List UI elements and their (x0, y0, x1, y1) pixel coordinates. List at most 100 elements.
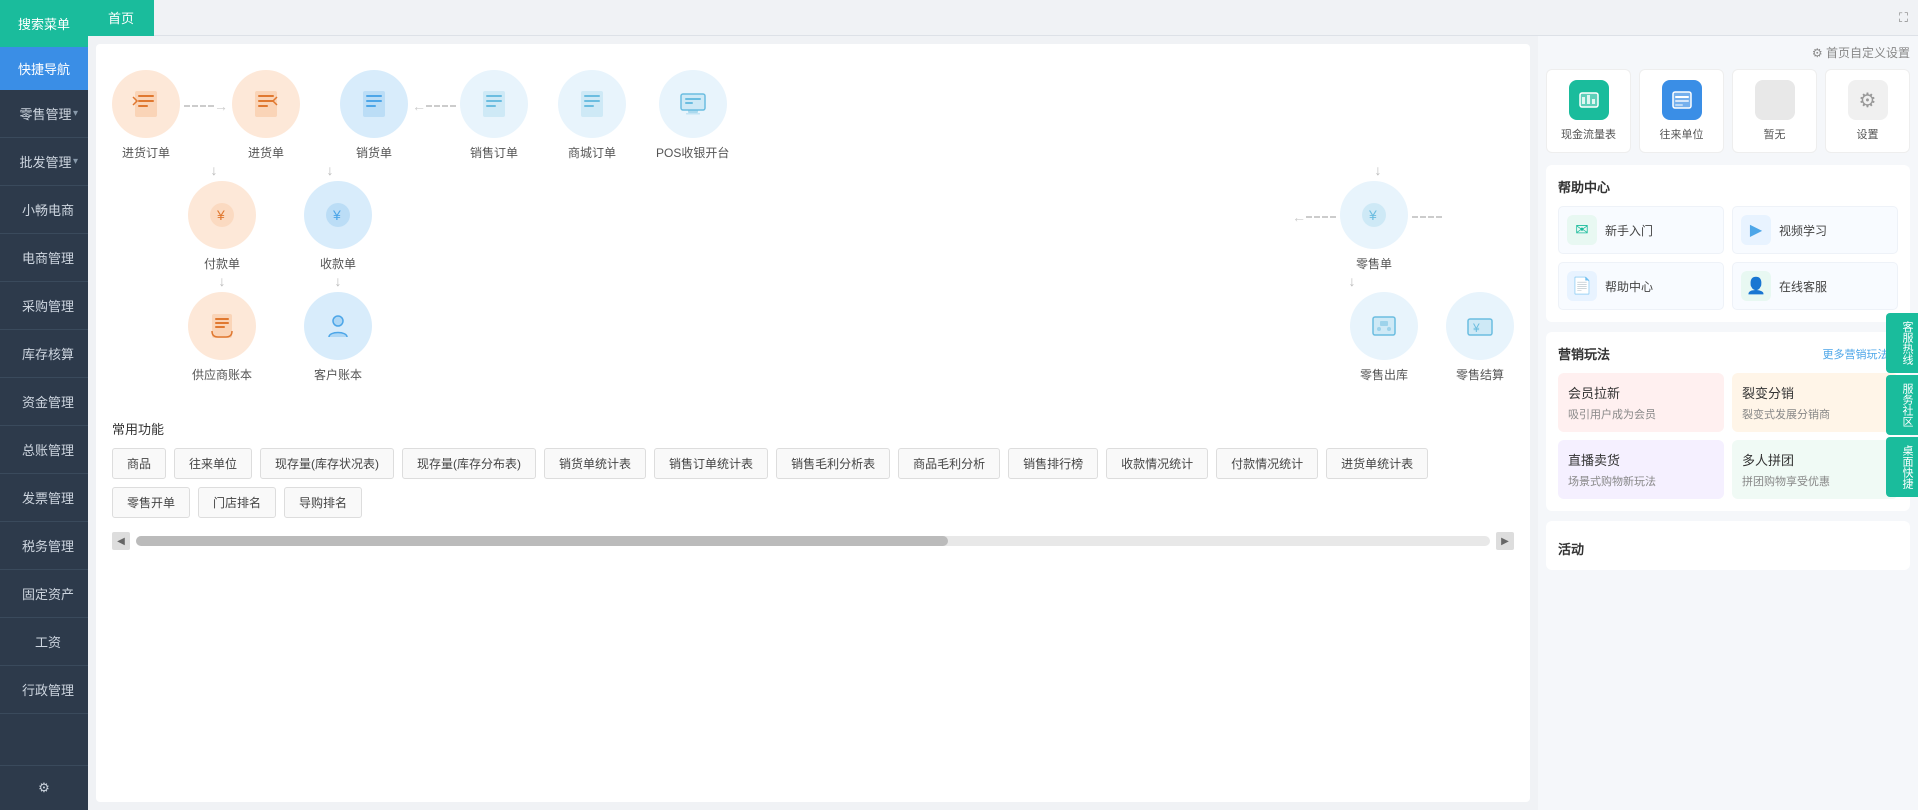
customer-account-icon[interactable] (304, 292, 372, 360)
quick-nav-button[interactable]: 快捷导航 (0, 47, 88, 90)
common-btn-store-rank[interactable]: 门店排名 (198, 487, 276, 518)
sidebar-item-finance[interactable]: 资金管理 (0, 378, 88, 426)
main-area: 首页 ⛶ (88, 0, 1918, 810)
sidebar-item-ecommerce-small[interactable]: 小畅电商 (0, 186, 88, 234)
common-btn-product-margin[interactable]: 商品毛利分析 (898, 448, 1000, 479)
shortcut-none[interactable]: 暂无 (1732, 69, 1817, 153)
sidebar-item-ledger[interactable]: 总账管理 (0, 426, 88, 474)
marketing-live-title: 直播卖货 (1568, 450, 1714, 469)
help-center-card: 帮助中心 ✉ 新手入门 ▶ 视频学习 📄 帮助中心 👤 (1546, 165, 1910, 322)
flow-node-sale-order: 销售订单 (460, 70, 528, 161)
common-btn-purchase-stat[interactable]: 进货单统计表 (1326, 448, 1428, 479)
scrollbar: ◀ ▶ (112, 532, 1514, 550)
sidebar-item-invoice[interactable]: 发票管理 (0, 474, 88, 522)
sidebar-item-purchase[interactable]: 采购管理 (0, 282, 88, 330)
sidebar-item-tax[interactable]: 税务管理 (0, 522, 88, 570)
scroll-track[interactable] (136, 536, 1490, 546)
marketing-item-member[interactable]: 会员拉新 吸引用户成为会员 (1558, 373, 1724, 432)
cashflow-icon (1569, 80, 1609, 120)
content-area: 进货订单 → (88, 36, 1918, 810)
marketing-item-live[interactable]: 直播卖货 场景式购物新玩法 (1558, 440, 1724, 499)
flow-node-mall-order: 商城订单 (558, 70, 626, 161)
help-video[interactable]: ▶ 视频学习 (1732, 206, 1898, 254)
search-menu-button[interactable]: 搜索菜单 (0, 0, 88, 47)
retail-settle-icon[interactable]: ¥ (1446, 292, 1514, 360)
common-btn-stock2[interactable]: 现存量(库存分布表) (402, 448, 536, 479)
supplier-account-icon[interactable] (188, 292, 256, 360)
activity-card: 活动 (1546, 521, 1910, 570)
help-beginner[interactable]: ✉ 新手入门 (1558, 206, 1724, 254)
marketing-item-group[interactable]: 多人拼团 拼团购物享受优惠 (1732, 440, 1898, 499)
marketing-member-desc: 吸引用户成为会员 (1568, 406, 1714, 422)
marketing-member-title: 会员拉新 (1568, 383, 1714, 402)
svg-text:¥: ¥ (1368, 207, 1377, 223)
homepage-settings-link[interactable]: ⚙ 首页自定义设置 (1546, 44, 1910, 61)
svg-text:¥: ¥ (216, 207, 225, 223)
help-grid: ✉ 新手入门 ▶ 视频学习 📄 帮助中心 👤 在线客服 (1558, 206, 1898, 310)
scroll-left-button[interactable]: ◀ (112, 532, 130, 550)
tab-home[interactable]: 首页 (88, 0, 154, 36)
retail-bill-icon[interactable]: ¥ (1340, 181, 1408, 249)
payment-icon[interactable]: ¥ (188, 181, 256, 249)
retail-out-icon[interactable] (1350, 292, 1418, 360)
purchase-order-icon[interactable] (112, 70, 180, 138)
common-btn-sale-stat[interactable]: 销货单统计表 (544, 448, 646, 479)
sale-bill-icon[interactable] (340, 70, 408, 138)
beginner-icon: ✉ (1567, 215, 1597, 245)
flow-node-purchase-order: 进货订单 (112, 70, 180, 161)
marketing-fission-desc: 裂变式发展分销商 (1742, 406, 1888, 422)
sidebar-item-admin[interactable]: 行政管理 (0, 666, 88, 714)
float-customer-service[interactable]: 客服热线 (1886, 313, 1918, 373)
mall-order-icon[interactable] (558, 70, 626, 138)
sidebar-item-inventory[interactable]: 库存核算 (0, 330, 88, 378)
partner-icon (1662, 80, 1702, 120)
marketing-item-fission[interactable]: 裂变分销 裂变式发展分销商 (1732, 373, 1898, 432)
sidebar-item-wholesale[interactable]: 批发管理 ▾ (0, 138, 88, 186)
tabbar: 首页 ⛶ (88, 0, 1918, 36)
purchase-bill-icon[interactable] (232, 70, 300, 138)
common-btn-product[interactable]: 商品 (112, 448, 166, 479)
common-functions-title: 常用功能 (112, 419, 1514, 438)
marketing-card: 营销玩法 更多营销玩法 > 会员拉新 吸引用户成为会员 裂变分销 裂变式发展分销… (1546, 332, 1910, 511)
common-btn-sale-margin[interactable]: 销售毛利分析表 (776, 448, 890, 479)
sidebar: 搜索菜单 快捷导航 零售管理 ▾ 批发管理 ▾ 小畅电商 电商管理 采购管理 库… (0, 0, 88, 810)
customer-account-label: 客户账本 (314, 366, 362, 383)
scroll-thumb (136, 536, 948, 546)
sidebar-item-ecommerce[interactable]: 电商管理 (0, 234, 88, 282)
scroll-right-button[interactable]: ▶ (1496, 532, 1514, 550)
common-btn-payment-stat[interactable]: 付款情况统计 (1216, 448, 1318, 479)
sidebar-item-retail[interactable]: 零售管理 ▾ (0, 90, 88, 138)
flow-node-retail-bill: ¥ 零售单 (1340, 181, 1408, 272)
float-community[interactable]: 服务社区 (1886, 375, 1918, 435)
common-btn-sale-rank[interactable]: 销售排行榜 (1008, 448, 1098, 479)
shortcut-settings[interactable]: ⚙ 设置 (1825, 69, 1910, 153)
shortcut-none-label: 暂无 (1764, 126, 1786, 142)
common-btn-guide-rank[interactable]: 导购排名 (284, 487, 362, 518)
pos-icon[interactable] (659, 70, 727, 138)
common-btn-receipt-stat[interactable]: 收款情况统计 (1106, 448, 1208, 479)
shortcut-partner[interactable]: 往来单位 (1639, 69, 1724, 153)
chevron-down-icon: ▾ (73, 156, 78, 167)
help-center-link[interactable]: 📄 帮助中心 (1558, 262, 1724, 310)
flow-node-purchase-bill: 进货单 (232, 70, 300, 161)
sidebar-item-payroll[interactable]: 工资 (0, 618, 88, 666)
flow-diagram: 进货订单 → (112, 60, 1514, 403)
common-btn-retail-order[interactable]: 零售开单 (112, 487, 190, 518)
fullscreen-icon[interactable]: ⛶ (1899, 10, 1918, 26)
flow-node-receipt: ¥ 收款单 (304, 181, 372, 272)
sale-order-icon[interactable] (460, 70, 528, 138)
settings-icon-button[interactable]: ⚙ (0, 765, 88, 810)
help-online-service[interactable]: 👤 在线客服 (1732, 262, 1898, 310)
flow-node-sale-bill: 销货单 (340, 70, 408, 161)
float-desktop[interactable]: 桌面快捷 (1886, 437, 1918, 497)
help-center-title: 帮助中心 (1558, 177, 1898, 196)
common-btn-partner[interactable]: 往来单位 (174, 448, 252, 479)
marketing-group-title: 多人拼团 (1742, 450, 1888, 469)
shortcut-cashflow[interactable]: 现金流量表 (1546, 69, 1631, 153)
flow-node-pos: POS收银开台 (656, 70, 729, 161)
sidebar-item-assets[interactable]: 固定资产 (0, 570, 88, 618)
receipt-icon[interactable]: ¥ (304, 181, 372, 249)
common-btn-stock1[interactable]: 现存量(库存状况表) (260, 448, 394, 479)
common-btn-sale-order-stat[interactable]: 销售订单统计表 (654, 448, 768, 479)
marketing-group-desc: 拼团购物享受优惠 (1742, 473, 1888, 489)
